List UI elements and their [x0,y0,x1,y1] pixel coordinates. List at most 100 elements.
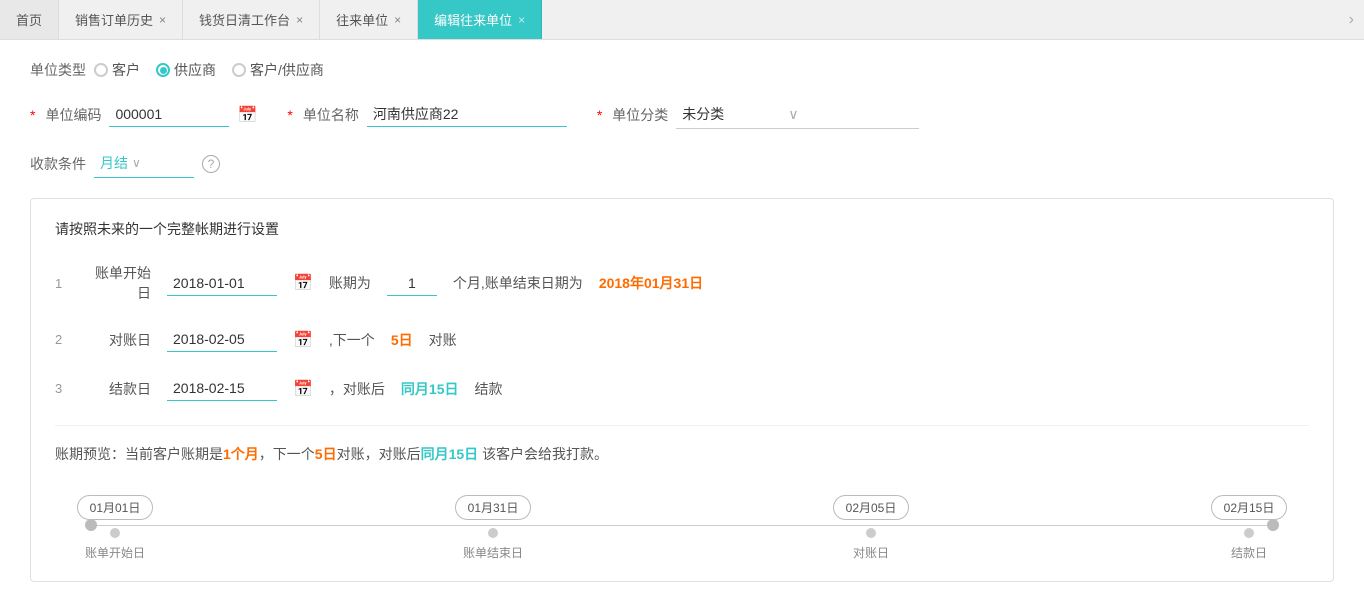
radio-customer-circle [94,63,108,77]
tl-right-end [1267,519,1279,531]
period-suffix-1: 个月,账单结束日期为 [453,273,583,293]
tl-badge-2: 01月31日 [455,495,532,520]
row-desc-suffix-2: 对账 [429,330,457,350]
tab-sales-history-label: 销售订单历史 [75,10,153,29]
preview-teal: 同月15日 [421,446,479,462]
radio-customer-label: 客户 [112,60,140,80]
row-num-2: 2 [55,332,75,347]
row-desc-hl-2: 5日 [391,330,413,350]
row-desc-suffix-3: 结款 [475,379,503,399]
date-input-3[interactable] [167,376,277,401]
period-prefix-1: 账期为 [329,273,371,293]
category-group: * 单位分类 未分类 ∨ [597,100,919,129]
radio-both-circle [232,63,246,77]
name-label: 单位名称 [303,105,359,125]
tab-cash-work[interactable]: 钱货日清工作台 × [183,0,320,39]
period-input[interactable] [387,271,437,296]
setting-row-3: 3 结款日 📅 ，对账后同月15日结款 [55,376,1309,401]
tl-point-3: 02月05日 对账日 [831,495,911,561]
code-calendar-icon[interactable]: 📅 [237,105,257,125]
unit-type-label: 单位类型 [30,60,86,80]
close-partner-icon[interactable]: × [394,13,401,27]
radio-supplier-circle [156,63,170,77]
tl-left-end [85,519,97,531]
close-sales-history-icon[interactable]: × [159,13,166,27]
code-input[interactable] [109,102,229,127]
tl-dot-2 [488,528,498,538]
tl-label-3: 对账日 [853,544,889,561]
payment-label: 收款条件 [30,154,86,174]
tl-left-dot [85,519,97,531]
unit-type-group: 单位类型 客户 供应商 客户/供应商 [30,60,324,80]
code-label: 单位编码 [45,105,101,125]
tl-badge-4: 02月15日 [1211,495,1288,520]
tl-right-dot [1267,519,1279,531]
row-label-2: 对账日 [91,330,151,350]
tab-partner[interactable]: 往来单位 × [320,0,418,39]
radio-customer[interactable]: 客户 [94,60,140,80]
code-group: * 单位编码 📅 [30,102,257,127]
category-label: 单位分类 [612,105,668,125]
code-required-star: * [30,107,35,123]
tab-cash-work-label: 钱货日清工作台 [199,10,290,29]
tl-dot-3 [866,528,876,538]
payment-row: 收款条件 月结 ∨ ? [30,149,1334,178]
tab-partner-label: 往来单位 [336,10,388,29]
tl-badge-3: 02月05日 [833,495,910,520]
type-radio-group: 客户 供应商 客户/供应商 [94,60,324,80]
timeline: 01月01日 账单开始日 01月31日 账单结束日 02月05日 [55,495,1309,561]
panel-title: 请按照未来的一个完整帐期进行设置 [55,219,1309,239]
row-desc-prefix-3: ，对账后 [329,379,385,399]
row-num-1: 1 [55,276,75,291]
tab-home[interactable]: 首页 [0,0,59,39]
payment-chevron-icon: ∨ [132,156,141,170]
timeline-points: 01月01日 账单开始日 01月31日 账单结束日 02月05日 [75,495,1289,561]
unit-type-row: 单位类型 客户 供应商 客户/供应商 [30,60,1334,80]
cal-icon-3[interactable]: 📅 [293,379,313,399]
radio-supplier[interactable]: 供应商 [156,60,216,80]
date-input-2[interactable] [167,327,277,352]
cal-icon-2[interactable]: 📅 [293,330,313,350]
name-required-star: * [287,107,292,123]
preview-text: 账期预览：当前客户账期是1个月，下一个5日对账，对账后同月15日 该客户会给我打… [55,442,1309,467]
period-end-date: 2018年01月31日 [599,273,703,293]
preview-prefix: 账期预览：当前客户账期是 [55,446,223,462]
category-value: 未分类 [682,104,724,124]
tabs-bar: 首页 销售订单历史 × 钱货日清工作台 × 往来单位 × 编辑往来单位 × › [0,0,1364,40]
payment-select[interactable]: 月结 ∨ [94,149,194,178]
tl-badge-1: 01月01日 [77,495,154,520]
row-desc-prefix-2: ,下一个 [329,330,375,350]
close-edit-partner-icon[interactable]: × [518,13,525,27]
name-group: * 单位名称 [287,102,566,127]
payment-help-icon[interactable]: ? [202,155,220,173]
category-chevron-icon: ∨ [788,106,798,123]
tl-label-1: 账单开始日 [85,544,145,561]
tab-sales-history[interactable]: 销售订单历史 × [59,0,183,39]
cal-icon-1[interactable]: 📅 [293,273,313,293]
row-desc-hl-3: 同月15日 [401,379,459,399]
setting-row-1: 1 账单开始日 📅 账期为 个月,账单结束日期为 2018年01月31日 [55,263,1309,303]
settings-panel: 请按照未来的一个完整帐期进行设置 1 账单开始日 📅 账期为 个月,账单结束日期… [30,198,1334,582]
preview-day: 5日 [315,446,337,462]
tl-label-4: 结款日 [1231,544,1267,561]
setting-row-2: 2 对账日 📅 ,下一个 5日对账 [55,327,1309,352]
tl-dot-4 [1244,528,1254,538]
row-label-3: 结款日 [91,379,151,399]
preview-suffix: 该客户会给我打款。 [482,446,608,462]
row-num-3: 3 [55,381,75,396]
preview-mid: ，下一个 [259,446,315,462]
name-input[interactable] [367,102,567,127]
category-required-star: * [597,107,602,123]
radio-both[interactable]: 客户/供应商 [232,60,324,80]
close-cash-work-icon[interactable]: × [296,13,303,27]
date-input-1[interactable] [167,271,277,296]
category-dropdown[interactable]: 未分类 ∨ [676,100,918,129]
tl-dot-1 [110,528,120,538]
tab-edit-partner[interactable]: 编辑往来单位 × [418,0,542,39]
tab-arrow-right[interactable]: › [1339,0,1364,39]
radio-both-label: 客户/供应商 [250,60,324,80]
radio-supplier-label: 供应商 [174,60,216,80]
code-name-category-row: * 单位编码 📅 * 单位名称 * 单位分类 未分类 ∨ [30,100,1334,129]
payment-group: 收款条件 月结 ∨ ? [30,149,220,178]
preview-mid2: 对账，对账后 [337,446,421,462]
